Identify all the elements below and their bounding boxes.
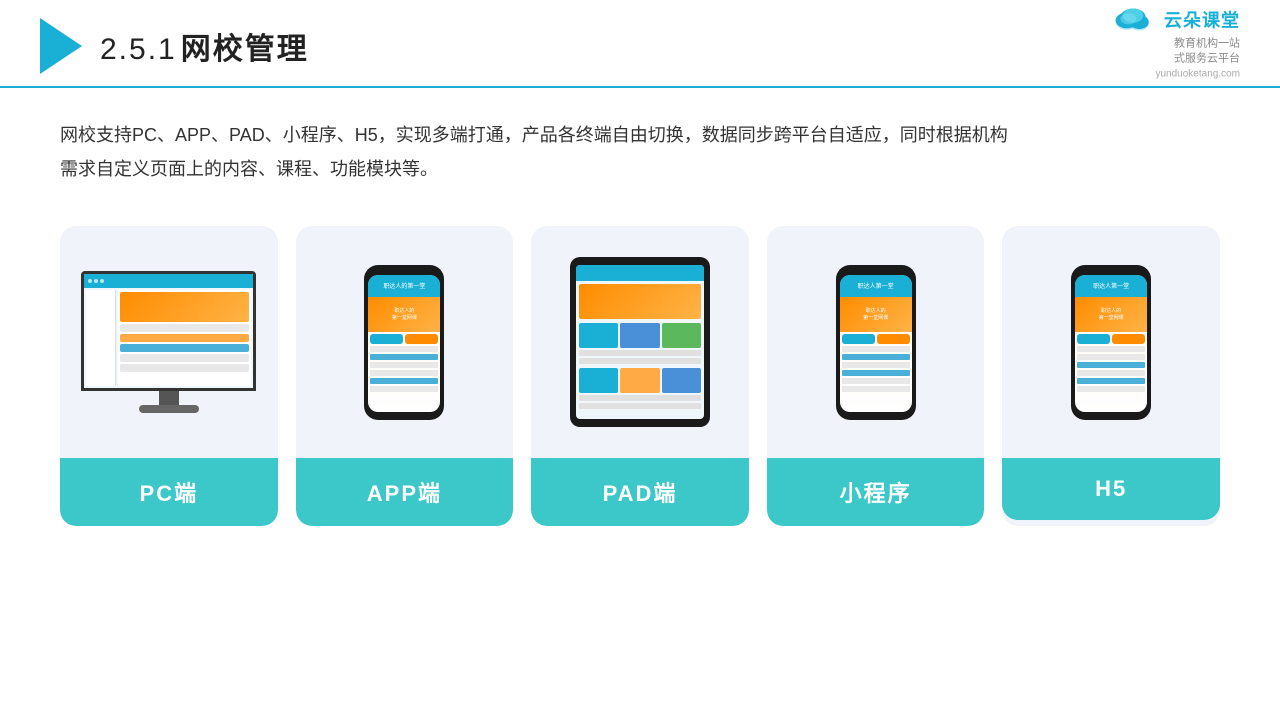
phone-device-mini: 职达人第一堂 职达人的第一堂网课 — [836, 265, 916, 420]
card-pc: PC端 — [60, 226, 278, 526]
miniprogram-image-area: 职达人第一堂 职达人的第一堂网课 — [779, 242, 973, 442]
card-label-miniprogram: 小程序 — [767, 458, 985, 526]
page-title: 2.5.1网校管理 — [100, 24, 309, 68]
brand-name: 云朵课堂 — [1164, 7, 1240, 33]
pc-image-area — [72, 242, 266, 442]
card-pad: PAD端 — [531, 226, 749, 526]
brand-logo: 云朵课堂 教育机构一站 式服务云平台 yunduoketang.com — [1108, 5, 1240, 82]
h5-image-area: 职达人第一堂 职达人的第一堂网课 — [1014, 242, 1208, 442]
monitor-screen — [81, 271, 256, 391]
card-label-pad: PAD端 — [531, 458, 749, 526]
card-h5: 职达人第一堂 职达人的第一堂网课 — [1002, 226, 1220, 526]
main-content: 网校支持PC、APP、PAD、小程序、H5，实现多端打通，产品各终端自由切换，数… — [0, 88, 1280, 546]
cloud-icon — [1108, 5, 1158, 35]
card-app: 职达人的第一堂 职达人的第一堂网课 — [296, 226, 514, 526]
device-cards-container: PC端 职达人的第一堂 职达人的第一堂网课 — [60, 226, 1220, 526]
app-image-area: 职达人的第一堂 职达人的第一堂网课 — [308, 242, 502, 442]
brand-logo-top: 云朵课堂 — [1108, 5, 1240, 35]
monitor-device — [81, 271, 256, 413]
phone-device-app: 职达人的第一堂 职达人的第一堂网课 — [364, 265, 444, 420]
card-label-pc: PC端 — [60, 458, 278, 526]
phone-device-h5: 职达人第一堂 职达人的第一堂网课 — [1071, 265, 1151, 420]
logo-arrow-icon — [40, 18, 82, 74]
pad-image-area — [543, 242, 737, 442]
tablet-device — [570, 257, 710, 427]
header: 2.5.1网校管理 云朵课堂 教育机构一站 式服务云平台 yunduoketan… — [0, 0, 1280, 88]
brand-tagline: 教育机构一站 式服务云平台 yunduoketang.com — [1155, 37, 1240, 82]
description-text: 网校支持PC、APP、PAD、小程序、H5，实现多端打通，产品各终端自由切换，数… — [60, 118, 1220, 186]
card-label-app: APP端 — [296, 458, 514, 526]
card-label-h5: H5 — [1002, 458, 1220, 520]
card-miniprogram: 职达人第一堂 职达人的第一堂网课 — [767, 226, 985, 526]
